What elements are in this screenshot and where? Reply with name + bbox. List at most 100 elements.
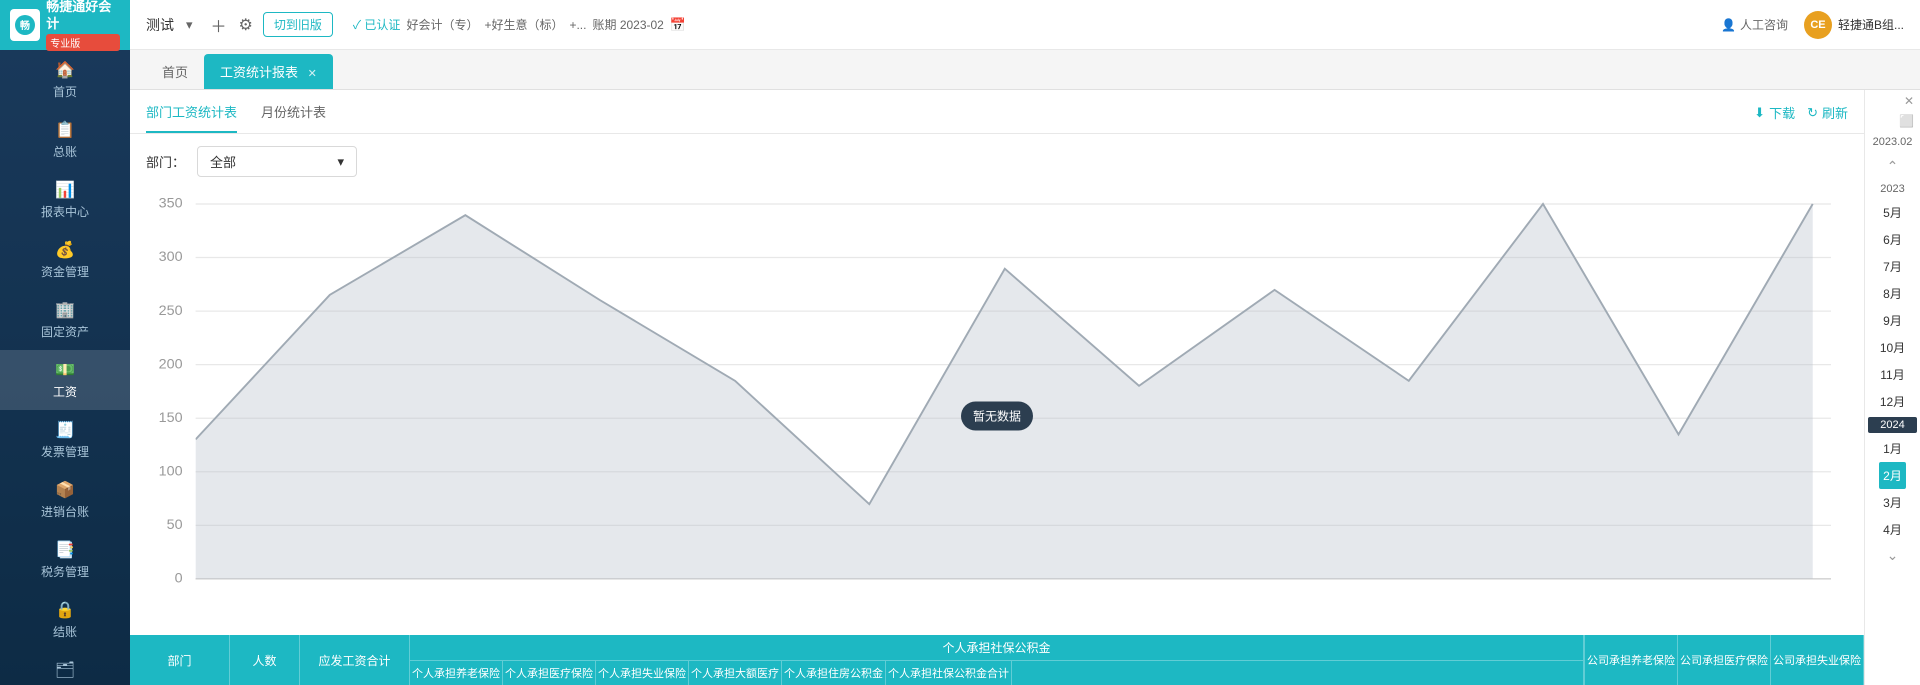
sidebar-item-fund[interactable]: 💰 资金管理 bbox=[0, 230, 130, 290]
avatar-text: CE bbox=[1810, 19, 1825, 31]
tab-salary-report[interactable]: 工资统计报表 ✕ bbox=[204, 54, 333, 89]
date-month-item[interactable]: 3月 bbox=[1879, 489, 1906, 516]
svg-text:250: 250 bbox=[159, 302, 183, 318]
company-name: 测试 bbox=[146, 15, 174, 35]
date-month-item[interactable]: 8月 bbox=[1876, 280, 1909, 307]
filter-bar: 部门： 全部 ▾ bbox=[130, 134, 1864, 189]
right-date-panel: ✕ ⬜ 2023.02 ⌃ 2023 5月6月7月8月9月10月11月12月 2… bbox=[1864, 90, 1920, 685]
year-2024-badge: 2024 bbox=[1868, 417, 1918, 433]
dept-filter-select[interactable]: 全部 ▾ bbox=[197, 146, 357, 177]
svg-text:畅: 畅 bbox=[20, 19, 30, 32]
select-arrow-icon: ▾ bbox=[337, 154, 344, 170]
settings-gear-button[interactable]: ⚙ bbox=[237, 13, 255, 37]
sidebar-item-close[interactable]: 🔒 结账 bbox=[0, 590, 130, 650]
sidebar-item-home[interactable]: 🏠 首页 bbox=[0, 50, 130, 110]
switch-version-button[interactable]: 切到旧版 bbox=[263, 12, 333, 37]
sidebar-item-asset-label: 固定资产 bbox=[41, 323, 89, 340]
topbar-status: ✓ 已认证 好会计（专） +好生意（标） +... 账期 2023-02 📅 bbox=[353, 16, 686, 33]
date-prev-button[interactable]: ⌃ bbox=[1883, 154, 1903, 179]
date-month-item[interactable]: 10月 bbox=[1876, 334, 1909, 361]
col-count: 人数 bbox=[230, 635, 300, 685]
col-p-medical: 个人承担医疗保险 bbox=[503, 661, 596, 685]
chart-container: 350 300 250 200 150 100 50 0 bbox=[150, 189, 1844, 625]
ledger-icon: 📋 bbox=[55, 120, 75, 140]
col-p-unemp-label: 个人承担失业保险 bbox=[598, 665, 686, 681]
sidebar-item-salary-label: 工资 bbox=[53, 383, 77, 400]
calendar-icon[interactable]: 📅 bbox=[670, 17, 686, 33]
tab-salary-report-label: 工资统计报表 bbox=[220, 65, 298, 80]
year-2023-label: 2023 bbox=[1876, 179, 1909, 199]
download-button[interactable]: ⬇ 下载 bbox=[1754, 103, 1795, 122]
extra-product: +好生意（标） bbox=[484, 16, 563, 33]
logo-badge: 专业版 bbox=[46, 34, 120, 51]
home-icon: 🏠 bbox=[55, 60, 75, 80]
date-month-item[interactable]: 2月 bbox=[1879, 462, 1906, 489]
topbar-right: 👤 人工咨询 CE 轻捷通B组... bbox=[1721, 11, 1904, 39]
date-month-item[interactable]: 9月 bbox=[1876, 307, 1909, 334]
download-label: 下载 bbox=[1769, 103, 1795, 122]
certified-badge: ✓ 已认证 bbox=[353, 16, 401, 33]
svg-text:200: 200 bbox=[159, 356, 183, 372]
subtab-bar: 部门工资统计表 月份统计表 ⬇ 下载 ↻ 刷新 bbox=[130, 90, 1864, 134]
svg-text:350: 350 bbox=[159, 195, 183, 211]
sidebar-item-tax-label: 税务管理 bbox=[41, 563, 89, 580]
sidebar-item-ledger[interactable]: 📋 总账 bbox=[0, 110, 130, 170]
col-p-major-label: 个人承担大额医疗 bbox=[691, 665, 779, 681]
download-icon: ⬇ bbox=[1754, 105, 1765, 121]
date-month-item[interactable]: 4月 bbox=[1879, 516, 1906, 543]
tab-close-icon[interactable]: ✕ bbox=[308, 68, 317, 80]
tab-home[interactable]: 首页 bbox=[146, 54, 204, 89]
date-next-button[interactable]: ⌄ bbox=[1883, 543, 1903, 568]
sidebar-item-asset[interactable]: 🏢 固定资产 bbox=[0, 290, 130, 350]
sidebar-item-invoice-label: 发票管理 bbox=[41, 443, 89, 460]
sidebar-item-purchase[interactable]: 📦 进销台账 bbox=[0, 470, 130, 530]
date-month-item[interactable]: 11月 bbox=[1876, 361, 1909, 388]
col-p-major: 个人承担大额医疗 bbox=[689, 661, 782, 685]
sidebar-logo: 畅 畅捷通好会计 专业版 bbox=[0, 0, 130, 50]
company-dropdown-icon[interactable]: ▾ bbox=[186, 17, 193, 33]
date-year-2024-section: 1月2月3月4月 bbox=[1879, 435, 1906, 543]
date-current[interactable]: 2023.02 bbox=[1865, 130, 1920, 154]
user-menu[interactable]: CE 轻捷通B组... bbox=[1804, 11, 1904, 39]
sidebar-item-tax[interactable]: 📑 税务管理 bbox=[0, 530, 130, 590]
svg-text:150: 150 bbox=[159, 409, 183, 425]
tabbar: 首页 工资统计报表 ✕ bbox=[130, 50, 1920, 90]
sidebar-item-salary[interactable]: 💵 工资 bbox=[0, 350, 130, 410]
add-button[interactable]: ＋ bbox=[209, 11, 229, 39]
col-p-old-label: 个人承担养老保险 bbox=[412, 665, 500, 681]
personal-group-sub: 个人承担养老保险 个人承担医疗保险 个人承担失业保险 个人承担大额医疗 个人承担 bbox=[410, 661, 1583, 685]
topbar: 测试 ▾ ＋ ⚙ 切到旧版 ✓ 已认证 好会计（专） +好生意（标） +... … bbox=[130, 0, 1920, 50]
date-month-item[interactable]: 1月 bbox=[1879, 435, 1906, 462]
refresh-button[interactable]: ↻ 刷新 bbox=[1807, 103, 1848, 122]
sidebar-item-report[interactable]: 📊 报表中心 bbox=[0, 170, 130, 230]
col-p-total-label: 个人承担社保公积金合计 bbox=[888, 665, 1009, 681]
subtab-dept-label: 部门工资统计表 bbox=[146, 105, 237, 120]
window-maximize-button[interactable]: ⬜ bbox=[1893, 112, 1920, 130]
date-month-item[interactable]: 5月 bbox=[1876, 199, 1909, 226]
col-c-medical: 公司承担医疗保险 bbox=[1678, 635, 1771, 685]
subtab-monthly[interactable]: 月份统计表 bbox=[261, 102, 326, 133]
col-p-housing-label: 个人承担住房公积金 bbox=[784, 665, 883, 681]
tab-home-label: 首页 bbox=[162, 65, 188, 80]
col-p-housing: 个人承担住房公积金 bbox=[782, 661, 886, 685]
sidebar-item-home-label: 首页 bbox=[53, 83, 77, 100]
filter-label: 部门： bbox=[146, 152, 185, 171]
svg-text:0: 0 bbox=[175, 570, 183, 586]
sidebar-item-archive[interactable]: 🗂 归档管理 bbox=[0, 650, 130, 685]
chart-wrapper: 350 300 250 200 150 100 50 0 bbox=[130, 189, 1864, 635]
product-type: 好会计（专） bbox=[406, 16, 478, 33]
window-close-button[interactable]: ✕ bbox=[1898, 90, 1920, 112]
col-dept-label: 部门 bbox=[167, 652, 191, 669]
sidebar-item-invoice[interactable]: 🧾 发票管理 bbox=[0, 410, 130, 470]
date-month-item[interactable]: 12月 bbox=[1876, 388, 1909, 415]
date-month-item[interactable]: 6月 bbox=[1876, 226, 1909, 253]
svg-text:100: 100 bbox=[159, 463, 183, 479]
username-label: 轻捷通B组... bbox=[1838, 16, 1904, 33]
date-month-item[interactable]: 7月 bbox=[1876, 253, 1909, 280]
sidebar: 畅 畅捷通好会计 专业版 🏠 首页 📋 总账 📊 报表中心 💰 资金管理 🏢 固… bbox=[0, 0, 130, 685]
personal-group-title: 个人承担社保公积金 bbox=[410, 635, 1583, 661]
year-2024-text: 2024 bbox=[1880, 419, 1904, 431]
help-button[interactable]: 👤 人工咨询 bbox=[1721, 16, 1788, 33]
subtab-dept[interactable]: 部门工资统计表 bbox=[146, 102, 237, 133]
sidebar-item-report-label: 报表中心 bbox=[41, 203, 89, 220]
